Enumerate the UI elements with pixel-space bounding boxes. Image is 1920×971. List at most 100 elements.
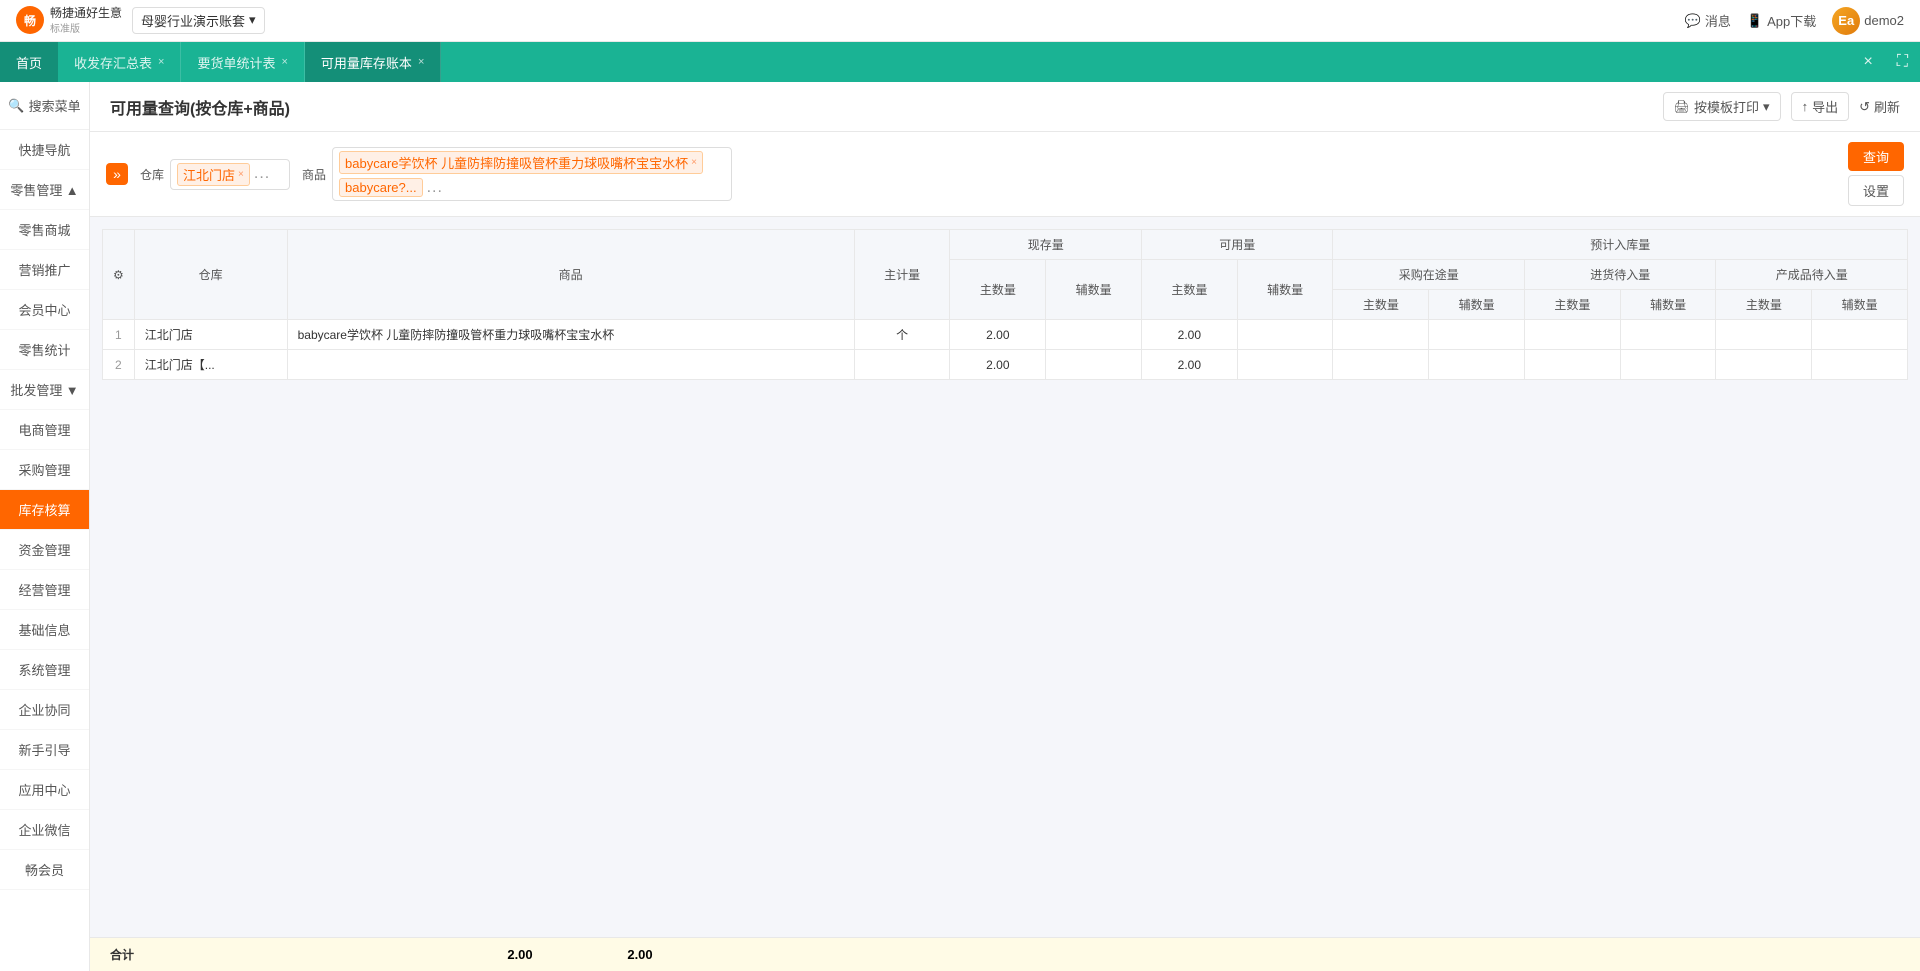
sidebar-item-retail-stats[interactable]: 零售统计 <box>0 330 89 370</box>
cell-pi-main <box>1716 350 1812 380</box>
footer-values: 2.00 2.00 <box>210 947 1900 962</box>
logo-area: 畅 畅捷通好生意 标准版 <box>16 6 122 35</box>
print-btn[interactable]: 🖨 按模板打印 ▾ <box>1663 92 1781 121</box>
logo-icon: 畅 <box>16 6 44 34</box>
print-arrow-icon: ▾ <box>1763 99 1770 115</box>
product-tags[interactable]: babycare学饮杯 儿童防摔防撞吸管杯重力球吸嘴杯宝宝水杯 × babyca… <box>332 147 732 201</box>
wechat-label: 企业微信 <box>18 823 70 838</box>
sidebar-item-member[interactable]: 会员中心 <box>0 290 89 330</box>
warehouse-tag-1[interactable]: 江北门店 × <box>177 163 250 186</box>
th-current-sub-qty: 辅数量 <box>1046 260 1142 320</box>
ecommerce-label: 电商管理 <box>18 423 70 438</box>
fullscreen-btn[interactable]: ⛶ <box>1885 53 1920 71</box>
sidebar-item-basic-info[interactable]: 基础信息 <box>0 610 89 650</box>
query-btn[interactable]: 查询 <box>1848 142 1904 171</box>
sidebar-item-batch-mgmt[interactable]: 批发管理 ▼ <box>0 370 89 410</box>
cell-in-main <box>1524 350 1620 380</box>
user-name: demo2 <box>1864 13 1904 28</box>
tab-available-stock[interactable]: 可用量库存账本 × <box>305 42 441 82</box>
tab-home[interactable]: 首页 <box>0 42 58 82</box>
sidebar-item-marketing[interactable]: 营销推广 <box>0 250 89 290</box>
refresh-btn[interactable]: ↺ 刷新 <box>1859 97 1900 116</box>
th-purchase-transit: 采购在途量 <box>1333 260 1525 290</box>
app-download-btn[interactable]: 📱 App下载 <box>1747 11 1816 30</box>
sidebar-item-new-guide[interactable]: 新手引导 <box>0 730 89 770</box>
refresh-label: 刷新 <box>1874 97 1900 116</box>
tab-available-stock-close[interactable]: × <box>418 56 424 68</box>
nav-tabs: 首页 收发存汇总表 × 要货单统计表 × 可用量库存账本 × × ⛶ <box>0 42 1920 82</box>
table-container[interactable]: ⚙ 仓库 商品 主计量 现存量 可用量 预计入库量 主数量 辅数量 主数量 辅数… <box>90 217 1920 937</box>
th-in-sub: 辅数量 <box>1620 290 1716 320</box>
th-current-main-qty: 主数量 <box>950 260 1046 320</box>
warehouse-tag-close[interactable]: × <box>238 169 244 180</box>
content-area: 可用量查询(按仓库+商品) 🖨 按模板打印 ▾ ↑ 导出 ↺ 刷新 » <box>90 82 1920 971</box>
sidebar-item-enterprise[interactable]: 企业协同 <box>0 690 89 730</box>
inventory-label: 库存核算 <box>18 503 70 518</box>
sidebar-item-inventory[interactable]: 库存核算 <box>0 490 89 530</box>
tab-receive-send-close[interactable]: × <box>158 56 164 68</box>
export-label: 导出 <box>1812 97 1838 116</box>
tab-order-stats[interactable]: 要货单统计表 × <box>181 42 304 82</box>
search-menu-label: 搜索菜单 <box>29 96 81 115</box>
cell-current-sub <box>1046 350 1142 380</box>
sidebar-item-retail-mall[interactable]: 零售商城 <box>0 210 89 250</box>
system-label: 系统管理 <box>18 663 70 678</box>
marketing-label: 营销推广 <box>18 263 70 278</box>
sidebar-item-retail-mgmt[interactable]: 零售管理 ▲ <box>0 170 89 210</box>
warehouse-tags[interactable]: 江北门店 × ... <box>170 159 290 190</box>
product-tag-1[interactable]: babycare学饮杯 儿童防摔防撞吸管杯重力球吸嘴杯宝宝水杯 × <box>339 151 703 174</box>
th-settings[interactable]: ⚙ <box>103 230 135 320</box>
arrow-icon: ▲ <box>66 183 79 198</box>
app-center-label: 应用中心 <box>18 783 70 798</box>
sidebar-item-finance[interactable]: 资金管理 <box>0 530 89 570</box>
new-guide-label: 新手引导 <box>18 743 70 758</box>
search-menu-btn[interactable]: 🔍 搜索菜单 <box>8 92 81 119</box>
tab-receive-send[interactable]: 收发存汇总表 × <box>58 42 181 82</box>
sidebar-item-wechat[interactable]: 企业微信 <box>0 810 89 850</box>
arrow-down-icon: ▼ <box>66 383 79 398</box>
user-profile-btn[interactable]: Ea demo2 <box>1832 7 1904 35</box>
table-row: 2 江北门店【... 2.00 2.00 <box>103 350 1908 380</box>
cell-pt-sub <box>1429 350 1525 380</box>
product-tag-2[interactable]: babycare?... <box>339 178 423 197</box>
industry-selector[interactable]: 母婴行业演示账套 ▾ <box>132 7 265 34</box>
close-all-btn[interactable]: × <box>1851 53 1884 71</box>
purchase-label: 采购管理 <box>18 463 70 478</box>
cell-available-sub <box>1237 320 1333 350</box>
cell-available-main: 2.00 <box>1141 350 1237 380</box>
tab-order-stats-close[interactable]: × <box>281 56 287 68</box>
filter-action-btns: 查询 设置 <box>1848 142 1904 206</box>
th-pi-main: 主数量 <box>1716 290 1812 320</box>
product-more-btn[interactable]: ... <box>427 179 443 197</box>
sidebar-item-system[interactable]: 系统管理 <box>0 650 89 690</box>
table-row: 1 江北门店 babycare学饮杯 儿童防摔防撞吸管杯重力球吸嘴杯宝宝水杯 个… <box>103 320 1908 350</box>
main-layout: 🔍 搜索菜单 快捷导航 零售管理 ▲ 零售商城 营销推广 会员中心 零售统计 批… <box>0 82 1920 971</box>
cell-in-sub <box>1620 350 1716 380</box>
export-btn[interactable]: ↑ 导出 <box>1791 92 1850 121</box>
top-bar-right: 💬 消息 📱 App下载 Ea demo2 <box>1685 7 1904 35</box>
page-actions: 🖨 按模板打印 ▾ ↑ 导出 ↺ 刷新 <box>1663 92 1901 131</box>
message-btn[interactable]: 💬 消息 <box>1685 11 1731 30</box>
th-pt-main: 主数量 <box>1333 290 1429 320</box>
sidebar-item-purchase[interactable]: 采购管理 <box>0 450 89 490</box>
operations-label: 经营管理 <box>18 583 70 598</box>
cell-unit: 个 <box>854 320 950 350</box>
tab-available-stock-label: 可用量库存账本 <box>321 53 412 72</box>
footer-available-total: 2.00 <box>610 947 670 962</box>
sidebar-item-app-center[interactable]: 应用中心 <box>0 770 89 810</box>
setting-btn[interactable]: 设置 <box>1848 175 1904 206</box>
cell-warehouse: 江北门店 <box>134 320 287 350</box>
sidebar-item-vip[interactable]: 畅会员 <box>0 850 89 890</box>
phone-icon: 📱 <box>1747 13 1763 29</box>
product-tag-close-1[interactable]: × <box>691 157 697 168</box>
product-tag-text-2: babycare?... <box>345 180 417 195</box>
sidebar-item-quick-nav[interactable]: 快捷导航 <box>0 130 89 170</box>
top-bar: 畅 畅捷通好生意 标准版 母婴行业演示账套 ▾ 💬 消息 📱 App下载 Ea … <box>0 0 1920 42</box>
filter-expand-btn[interactable]: » <box>106 163 128 185</box>
sidebar-item-operations[interactable]: 经营管理 <box>0 570 89 610</box>
sidebar-item-ecommerce[interactable]: 电商管理 <box>0 410 89 450</box>
th-unit: 主计量 <box>854 230 950 320</box>
th-pi-sub: 辅数量 <box>1812 290 1908 320</box>
cell-pt-sub <box>1429 320 1525 350</box>
warehouse-more-btn[interactable]: ... <box>254 165 270 183</box>
